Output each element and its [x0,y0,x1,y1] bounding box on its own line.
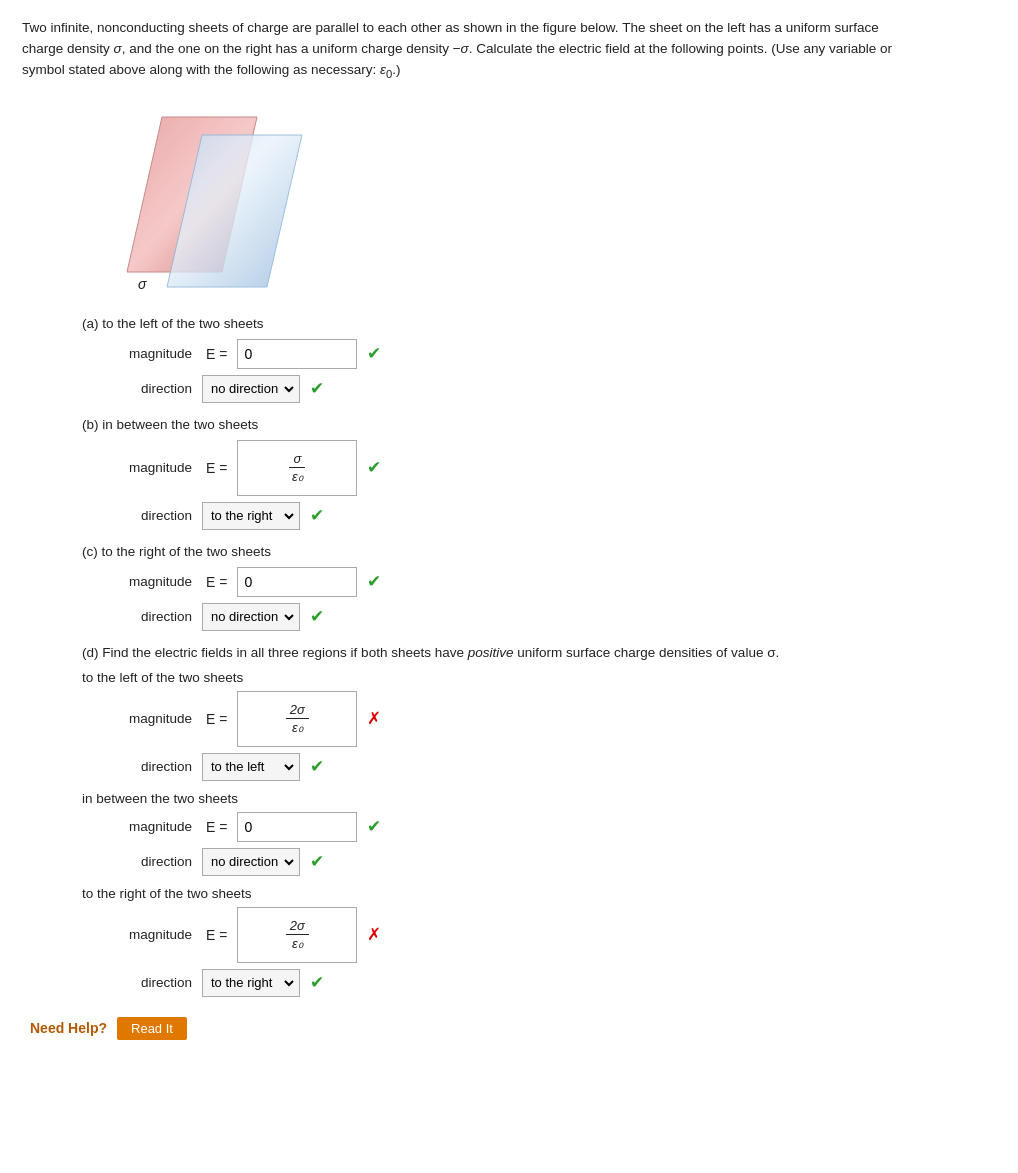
part-c-direction-select-wrapper[interactable]: no direction to the left to the right up… [202,603,300,631]
part-d: (d) Find the electric fields in all thre… [82,645,996,997]
problem-line1: Two infinite, nonconducting sheets of ch… [22,20,879,35]
part-d-sub3-direction-label: direction [92,975,192,990]
part-b-direction-row: direction no direction to the left to th… [92,502,996,530]
part-d-sub3-magnitude-label: magnitude [92,927,192,942]
part-d-sub2-magnitude-row: magnitude E = ✔ [92,812,996,842]
part-a-direction-row: direction no direction to the left to th… [92,375,996,403]
part-b-direction-label: direction [92,508,192,523]
part-d-sub2-direction-row: direction no direction to the left to th… [92,848,996,876]
part-d-sub1-direction-select-wrapper[interactable]: no direction to the left to the right up… [202,753,300,781]
part-c-magnitude-input[interactable] [237,567,357,597]
part-c-e-label: E = [206,574,227,590]
part-b-magnitude-row: magnitude E = σ ε₀ ✔ [92,440,996,496]
part-d-sub3-direction-row: direction no direction to the left to th… [92,969,996,997]
part-d-sub1-magnitude-cross: ✗ [367,708,381,729]
part-b-magnitude-label: magnitude [92,460,192,475]
part-a-magnitude-check: ✔ [367,343,381,364]
need-help-row: Need Help? Read It [30,1017,996,1040]
problem-text: Two infinite, nonconducting sheets of ch… [22,18,992,83]
part-b-fraction: σ ε₀ [288,451,307,485]
part-d-sub1-magnitude-row: magnitude E = 2σ ε₀ ✗ [92,691,996,747]
part-d-sub2-magnitude-label: magnitude [92,819,192,834]
part-d-sub3-fraction: 2σ ε₀ [286,918,309,952]
part-b-magnitude-fraction-box: σ ε₀ [237,440,357,496]
part-d-sub1-fraction: 2σ ε₀ [286,702,309,736]
part-d-sub3-direction-check: ✔ [310,972,324,993]
sheets-svg: σ −σ [102,97,362,292]
part-c-direction-row: direction no direction to the left to th… [92,603,996,631]
part-d-sub2-e-label: E = [206,819,227,835]
part-c: (c) to the right of the two sheets magni… [82,544,996,631]
part-b: (b) in between the two sheets magnitude … [82,417,996,530]
part-d-sub3: to the right of the two sheets magnitude… [82,886,996,997]
part-d-sub1-fraction-box: 2σ ε₀ [237,691,357,747]
part-d-sub1: to the left of the two sheets magnitude … [82,670,996,781]
problem-line3: symbol stated above along with the follo… [22,62,400,77]
part-d-sub2-label: in between the two sheets [82,791,996,806]
part-b-direction-check: ✔ [310,505,324,526]
part-d-sub3-magnitude-row: magnitude E = 2σ ε₀ ✗ [92,907,996,963]
part-a-direction-select-wrapper[interactable]: no direction to the left to the right up… [202,375,300,403]
part-d-sub1-direction-row: direction no direction to the left to th… [92,753,996,781]
part-b-magnitude-check: ✔ [367,457,381,478]
part-d-sub1-e-label: E = [206,711,227,727]
need-help-label: Need Help? [30,1020,107,1036]
part-d-sub3-magnitude-cross: ✗ [367,924,381,945]
part-d-sub2-direction-select-wrapper[interactable]: no direction to the left to the right up… [202,848,300,876]
part-d-sub1-direction-select[interactable]: no direction to the left to the right up… [205,754,297,780]
part-d-sub3-numerator: 2σ [286,918,309,936]
part-d-label: (d) Find the electric fields in all thre… [82,645,996,660]
part-a-magnitude-row: magnitude E = ✔ [92,339,996,369]
part-d-sub1-direction-check: ✔ [310,756,324,777]
part-d-sub2-direction-select[interactable]: no direction to the left to the right up… [205,849,297,875]
part-b-label: (b) in between the two sheets [82,417,996,432]
part-d-sub3-direction-select-wrapper[interactable]: no direction to the left to the right up… [202,969,300,997]
part-d-sub2: in between the two sheets magnitude E = … [82,791,996,876]
part-d-sub3-e-label: E = [206,927,227,943]
problem-line2: charge density σ, and the one on the rig… [22,41,892,56]
part-b-direction-select-wrapper[interactable]: no direction to the left to the right up… [202,502,300,530]
part-d-sub1-denominator: ε₀ [288,719,307,736]
part-d-sub1-direction-label: direction [92,759,192,774]
figure-container: σ −σ [102,97,382,302]
part-a-e-label: E = [206,346,227,362]
part-a-magnitude-input[interactable] [237,339,357,369]
svg-text:σ: σ [138,276,147,292]
part-a-label: (a) to the left of the two sheets [82,316,996,331]
part-c-magnitude-check: ✔ [367,571,381,592]
part-c-magnitude-label: magnitude [92,574,192,589]
part-a-direction-check: ✔ [310,378,324,399]
part-d-sub2-direction-check: ✔ [310,851,324,872]
part-d-sub2-direction-label: direction [92,854,192,869]
read-it-button[interactable]: Read It [117,1017,187,1040]
part-d-sub3-fraction-box: 2σ ε₀ [237,907,357,963]
part-b-e-label: E = [206,460,227,476]
part-d-sub3-direction-select[interactable]: no direction to the left to the right up… [205,970,297,996]
part-c-magnitude-row: magnitude E = ✔ [92,567,996,597]
part-c-direction-check: ✔ [310,606,324,627]
part-d-sub1-numerator: 2σ [286,702,309,720]
part-b-denominator: ε₀ [288,468,307,485]
part-b-direction-select[interactable]: no direction to the left to the right up… [205,503,297,529]
part-d-sub3-denominator: ε₀ [288,935,307,952]
part-c-direction-label: direction [92,609,192,624]
part-b-numerator: σ [289,451,305,469]
part-d-sub2-magnitude-check: ✔ [367,816,381,837]
part-a-direction-select[interactable]: no direction to the left to the right up… [205,376,297,402]
part-a-magnitude-label: magnitude [92,346,192,361]
part-c-direction-select[interactable]: no direction to the left to the right up… [205,604,297,630]
part-d-sub1-label: to the left of the two sheets [82,670,996,685]
part-c-label: (c) to the right of the two sheets [82,544,996,559]
part-a-direction-label: direction [92,381,192,396]
part-d-sub2-magnitude-input[interactable] [237,812,357,842]
part-a: (a) to the left of the two sheets magnit… [82,316,996,403]
part-d-sub1-magnitude-label: magnitude [92,711,192,726]
part-d-sub3-label: to the right of the two sheets [82,886,996,901]
